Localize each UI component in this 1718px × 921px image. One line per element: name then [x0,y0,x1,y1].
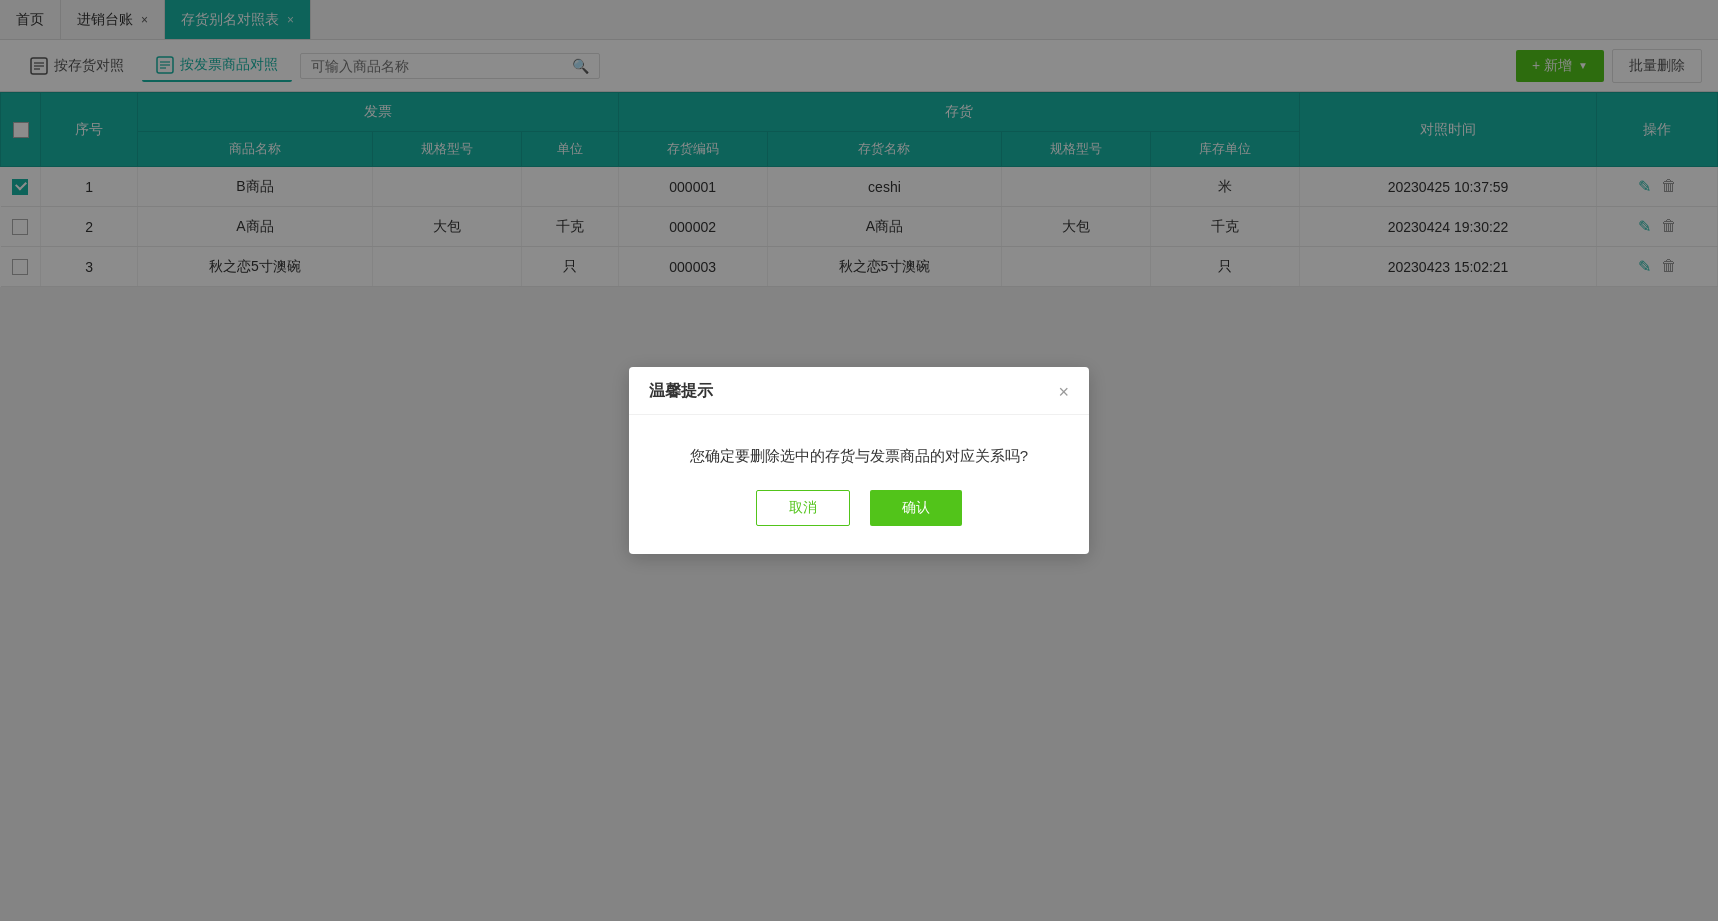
dialog-header: 温馨提示 × [629,367,1089,415]
dialog-title: 温馨提示 [649,381,713,402]
dialog-message: 您确定要删除选中的存货与发票商品的对应关系吗? [690,447,1028,464]
dialog-footer: 取消 确认 [629,490,1089,554]
modal-overlay: 温馨提示 × 您确定要删除选中的存货与发票商品的对应关系吗? 取消 确认 [0,0,1718,921]
dialog-confirm-button[interactable]: 确认 [870,490,962,526]
dialog-close-button[interactable]: × [1058,383,1069,401]
confirm-dialog: 温馨提示 × 您确定要删除选中的存货与发票商品的对应关系吗? 取消 确认 [629,367,1089,554]
dialog-body: 您确定要删除选中的存货与发票商品的对应关系吗? [629,415,1089,490]
dialog-cancel-button[interactable]: 取消 [756,490,850,526]
